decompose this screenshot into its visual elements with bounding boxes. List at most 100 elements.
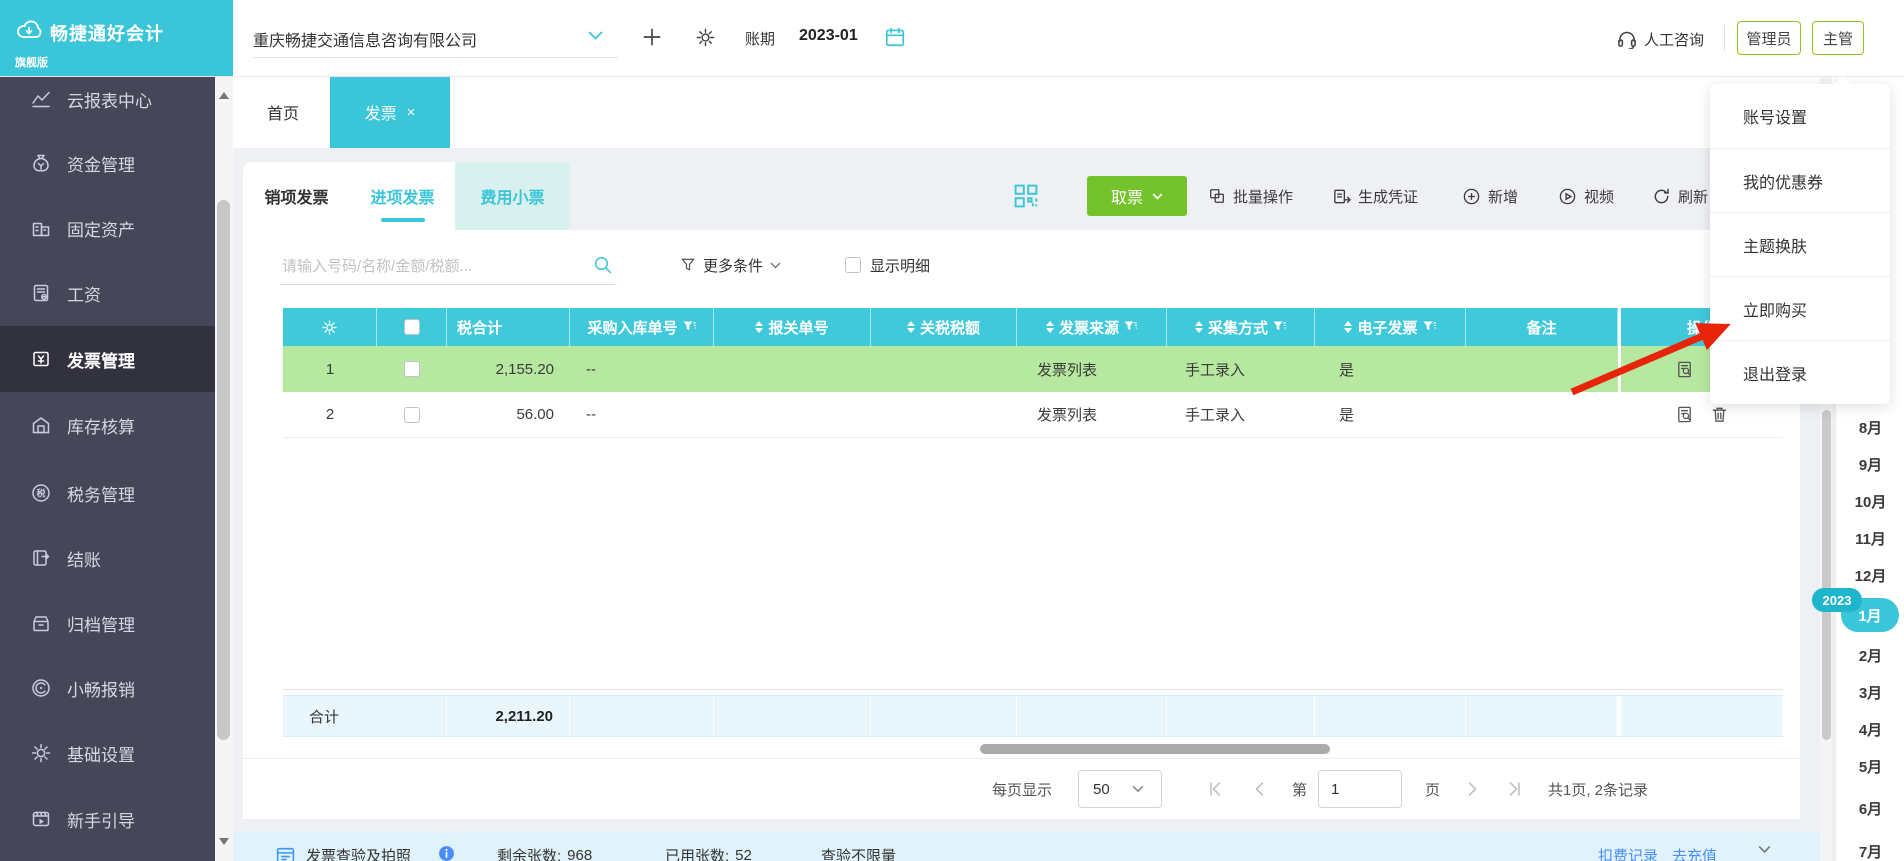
- next-page-button[interactable]: [1462, 759, 1482, 819]
- menu-item-1[interactable]: 我的优惠券: [1710, 148, 1890, 212]
- sort-icon[interactable]: [1194, 321, 1203, 333]
- info-icon[interactable]: [438, 845, 455, 861]
- column-filter-icon[interactable]: [1124, 321, 1137, 333]
- table-settings-icon[interactable]: [321, 319, 338, 336]
- more-conditions-button[interactable]: 更多条件: [680, 246, 781, 284]
- last-page-button[interactable]: [1505, 759, 1525, 819]
- column-label[interactable]: 采集方式: [1208, 317, 1268, 338]
- sidebar-item-fixed-assets[interactable]: 固定资产: [0, 195, 215, 261]
- refresh-button[interactable]: 刷新: [1652, 162, 1708, 230]
- sort-icon[interactable]: [1344, 321, 1353, 333]
- column-label[interactable]: 发票来源: [1059, 317, 1119, 338]
- table-row[interactable]: 1 2,155.20 -- 发票列表 手工录入 是: [283, 346, 1783, 392]
- sidebar-item-tax[interactable]: 税 税务管理: [0, 460, 215, 526]
- sidebar-item-archive[interactable]: 归档管理: [0, 590, 215, 656]
- column-filter-icon[interactable]: [683, 321, 696, 333]
- sidebar-scroll-down-icon[interactable]: [219, 838, 229, 850]
- month-item[interactable]: 8月: [1836, 417, 1904, 438]
- menu-item-2[interactable]: 主题换肤: [1710, 212, 1890, 276]
- month-item[interactable]: 3月: [1836, 682, 1904, 703]
- select-all-checkbox[interactable]: [403, 319, 420, 335]
- sidebar-scrollbar[interactable]: [215, 76, 233, 861]
- generate-voucher-button[interactable]: 生成凭证: [1332, 162, 1418, 230]
- column-label[interactable]: 备注: [1526, 317, 1556, 338]
- add-account-icon[interactable]: [641, 26, 663, 48]
- month-item[interactable]: 12月: [1836, 565, 1904, 586]
- page-scrollbar-thumb[interactable]: [1821, 410, 1831, 740]
- sort-icon[interactable]: [906, 321, 915, 333]
- subtab-expense-receipt[interactable]: 费用小票: [455, 162, 570, 230]
- menu-item-0[interactable]: 账号设置: [1710, 84, 1890, 148]
- table-header-cell[interactable]: 发票来源: [1017, 308, 1167, 346]
- subtab-sales-invoice[interactable]: 销项发票: [243, 162, 350, 230]
- sort-icon[interactable]: [755, 321, 764, 333]
- consult-link[interactable]: 人工咨询: [1644, 29, 1704, 50]
- prev-page-button[interactable]: [1250, 759, 1270, 819]
- sort-icon[interactable]: [1045, 321, 1054, 333]
- view-invoice-icon[interactable]: [1675, 405, 1694, 424]
- sidebar-item-reimburse[interactable]: 小畅报销: [0, 655, 215, 721]
- fee-records-link[interactable]: 扣费记录: [1598, 845, 1658, 861]
- sidebar-item-settings[interactable]: 基础设置: [0, 720, 215, 786]
- settings-gear-icon[interactable]: [695, 27, 716, 48]
- column-filter-icon[interactable]: [1273, 321, 1286, 333]
- column-label[interactable]: 税合计: [457, 317, 502, 338]
- table-header-cell[interactable]: 税合计: [447, 308, 570, 346]
- recharge-link[interactable]: 去充值: [1672, 845, 1717, 861]
- month-item[interactable]: 11月: [1836, 528, 1904, 549]
- tab-home[interactable]: 首页: [253, 76, 313, 148]
- sidebar-scroll-up-icon[interactable]: [219, 87, 229, 99]
- sidebar-item-closing[interactable]: 结账: [0, 525, 215, 591]
- table-header-cell[interactable]: [377, 308, 447, 346]
- column-label[interactable]: 报关单号: [768, 317, 828, 338]
- column-label[interactable]: 电子发票: [1357, 317, 1417, 338]
- month-item-active[interactable]: 2023 1月: [1812, 588, 1899, 632]
- column-filter-icon[interactable]: [1423, 321, 1436, 333]
- headset-icon[interactable]: [1616, 27, 1638, 49]
- page-number-input[interactable]: 1: [1318, 770, 1402, 808]
- table-header-cell[interactable]: 报关单号: [714, 308, 871, 346]
- tab-close-icon[interactable]: ×: [407, 104, 416, 121]
- qr-scan-button[interactable]: [1013, 162, 1039, 230]
- role-admin-button[interactable]: 管理员: [1737, 21, 1801, 55]
- horizontal-scrollbar-thumb[interactable]: [980, 744, 1330, 754]
- search-icon[interactable]: [593, 255, 613, 275]
- company-chevron-down-icon[interactable]: [588, 31, 603, 40]
- table-row[interactable]: 2 56.00 -- 发票列表 手工录入 是: [283, 392, 1783, 438]
- month-item[interactable]: 10月: [1836, 491, 1904, 512]
- table-header-cell[interactable]: [283, 308, 377, 346]
- calendar-icon[interactable]: [884, 26, 906, 48]
- role-super-button[interactable]: 主管: [1812, 21, 1864, 55]
- fetch-invoice-button[interactable]: 取票: [1087, 176, 1187, 216]
- sidebar-scroll-thumb[interactable]: [217, 200, 230, 740]
- month-item[interactable]: 6月: [1836, 798, 1904, 819]
- delete-invoice-icon[interactable]: [1710, 405, 1729, 424]
- table-header-cell[interactable]: 电子发票: [1315, 308, 1466, 346]
- per-page-select[interactable]: 50: [1078, 770, 1162, 808]
- month-item[interactable]: 4月: [1836, 719, 1904, 740]
- period-value[interactable]: 2023-01: [799, 27, 858, 45]
- row-checkbox[interactable]: [404, 406, 420, 423]
- view-invoice-icon[interactable]: [1675, 360, 1694, 379]
- month-item[interactable]: 2月: [1836, 645, 1904, 666]
- sidebar-item-guide[interactable]: 新手引导: [0, 786, 215, 852]
- search-input[interactable]: 请输入号码/名称/金额/税额...: [280, 246, 615, 285]
- company-name[interactable]: 重庆畅捷交通信息咨询有限公司: [253, 27, 477, 51]
- sidebar-item-cloud-report[interactable]: 云报表中心: [0, 76, 215, 132]
- collapse-bar-icon[interactable]: [1758, 845, 1771, 854]
- show-detail-checkbox[interactable]: [845, 257, 861, 273]
- sidebar-item-salary[interactable]: 工资: [0, 260, 215, 326]
- sidebar-item-funds[interactable]: 资金管理: [0, 130, 215, 196]
- tab-invoice[interactable]: 发票 ×: [330, 76, 450, 148]
- sidebar-item-inventory[interactable]: 库存核算: [0, 392, 215, 458]
- batch-actions-button[interactable]: 批量操作: [1208, 162, 1293, 230]
- add-new-button[interactable]: 新增: [1462, 162, 1518, 230]
- menu-item-4[interactable]: 退出登录: [1710, 340, 1890, 404]
- month-item[interactable]: 9月: [1836, 454, 1904, 475]
- month-item[interactable]: 7月: [1836, 841, 1904, 861]
- show-detail-toggle[interactable]: 显示明细: [845, 246, 930, 284]
- sidebar-item-invoice[interactable]: 发票管理: [0, 326, 215, 392]
- column-label[interactable]: 关税税额: [920, 317, 980, 338]
- table-header-cell[interactable]: 备注: [1466, 308, 1618, 346]
- row-checkbox[interactable]: [404, 361, 420, 377]
